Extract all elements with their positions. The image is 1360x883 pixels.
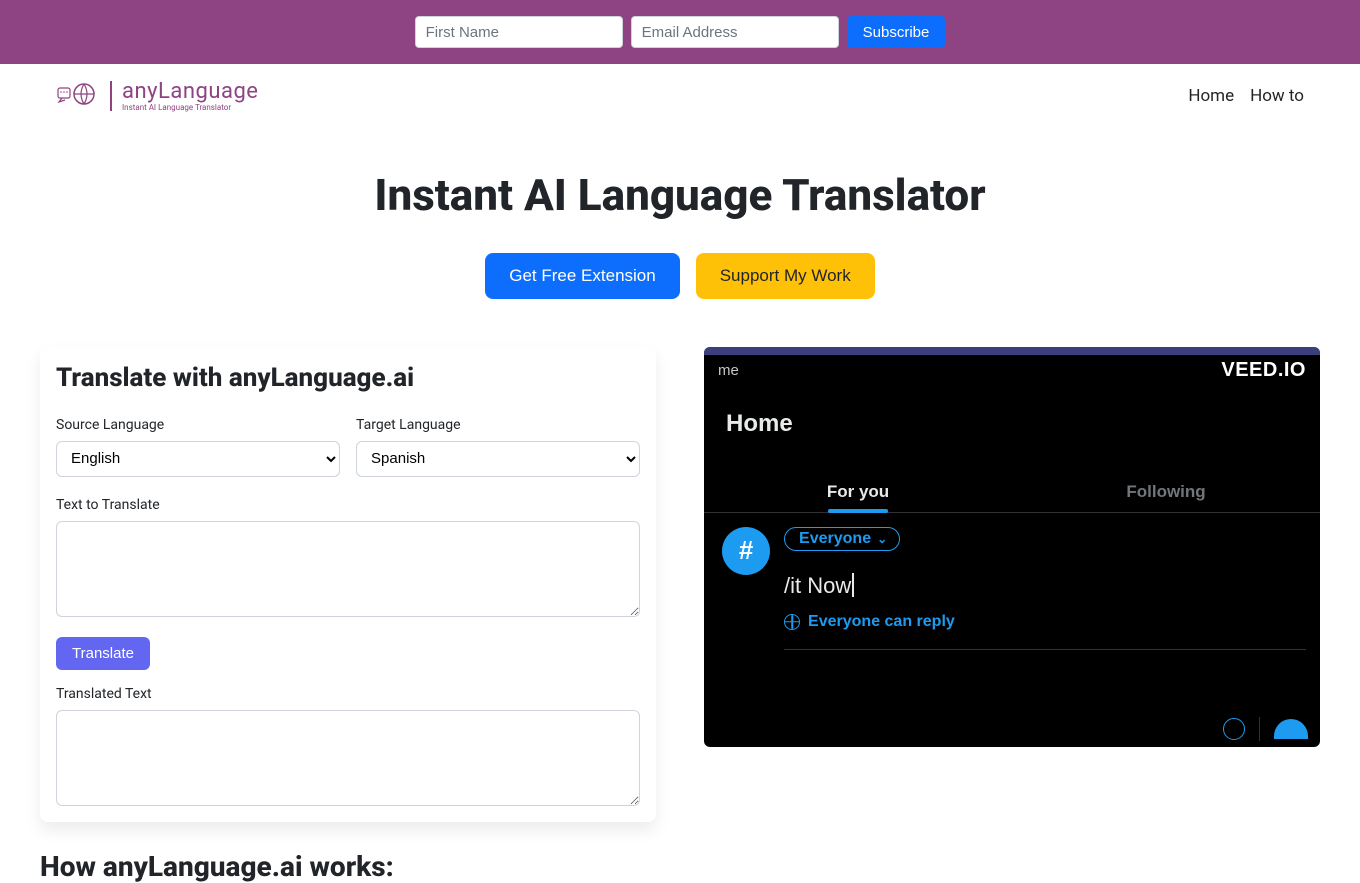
subscribe-banner: Subscribe xyxy=(0,0,1360,64)
demo-video-panel: me VEED.IO Home For you Following # Ever… xyxy=(704,347,1320,747)
main-columns: Translate with anyLanguage.ai Source Lan… xyxy=(0,299,1360,822)
demo-partial-text: me xyxy=(718,362,739,379)
demo-icon-separator xyxy=(1259,717,1260,741)
source-language-select[interactable]: English xyxy=(56,441,340,477)
demo-home-title: Home xyxy=(704,382,1320,438)
demo-tab-foryou: For you xyxy=(704,468,1012,512)
demo-tabs: For you Following xyxy=(704,468,1320,513)
source-language-label: Source Language xyxy=(56,417,340,433)
email-input[interactable] xyxy=(631,16,839,48)
how-it-works-heading: How anyLanguage.ai works: xyxy=(0,822,1360,883)
target-language-select[interactable]: Spanish xyxy=(356,441,640,477)
nav-home-link[interactable]: Home xyxy=(1188,86,1234,106)
page-title: Instant AI Language Translator xyxy=(0,169,1360,221)
hero-section: Instant AI Language Translator Get Free … xyxy=(0,129,1360,299)
demo-header: me VEED.IO xyxy=(704,355,1320,382)
get-extension-button[interactable]: Get Free Extension xyxy=(485,253,679,299)
hero-cta-row: Get Free Extension Support My Work xyxy=(0,253,1360,299)
demo-top-strip xyxy=(704,347,1320,355)
logo-tagline: Instant AI Language Translator xyxy=(122,104,258,113)
language-row: Source Language English Target Language … xyxy=(56,417,640,477)
progress-circle-icon xyxy=(1223,718,1245,740)
logo-icon xyxy=(56,80,100,112)
logo-brand-text: anyLanguage xyxy=(122,80,258,104)
logo-separator xyxy=(110,81,112,111)
demo-compose-area: # Everyone ⌄ /it Now Everyone can reply xyxy=(704,513,1320,650)
demo-audience-label: Everyone xyxy=(799,530,871,548)
logo-text: anyLanguage Instant AI Language Translat… xyxy=(122,80,258,113)
demo-avatar: # xyxy=(722,527,770,575)
chevron-down-icon: ⌄ xyxy=(877,532,887,546)
demo-compose-text: /it Now xyxy=(784,551,1306,613)
first-name-input[interactable] xyxy=(415,16,623,48)
header-nav: anyLanguage Instant AI Language Translat… xyxy=(0,64,1360,129)
translated-text-label: Translated Text xyxy=(56,686,640,702)
demo-brand-watermark: VEED.IO xyxy=(1221,359,1306,382)
demo-bottom-icons xyxy=(1223,717,1308,741)
text-to-translate-label: Text to Translate xyxy=(56,497,640,513)
globe-icon xyxy=(784,614,800,630)
nav-links: Home How to xyxy=(1188,86,1304,106)
text-to-translate-input[interactable] xyxy=(56,521,640,617)
text-cursor-icon xyxy=(852,573,854,597)
translated-text-output[interactable] xyxy=(56,710,640,806)
demo-reply-note: Everyone can reply xyxy=(784,613,955,641)
translate-card: Translate with anyLanguage.ai Source Lan… xyxy=(40,347,656,822)
nav-howto-link[interactable]: How to xyxy=(1250,86,1304,106)
target-language-label: Target Language xyxy=(356,417,640,433)
subscribe-button[interactable]: Subscribe xyxy=(847,16,946,48)
demo-divider xyxy=(784,649,1306,650)
demo-audience-pill: Everyone ⌄ xyxy=(784,527,900,551)
support-work-button[interactable]: Support My Work xyxy=(696,253,875,299)
translate-button[interactable]: Translate xyxy=(56,637,150,670)
demo-post-button-partial xyxy=(1274,719,1308,739)
demo-tab-following: Following xyxy=(1012,468,1320,512)
translate-card-title: Translate with anyLanguage.ai xyxy=(56,363,640,393)
logo[interactable]: anyLanguage Instant AI Language Translat… xyxy=(56,80,258,113)
